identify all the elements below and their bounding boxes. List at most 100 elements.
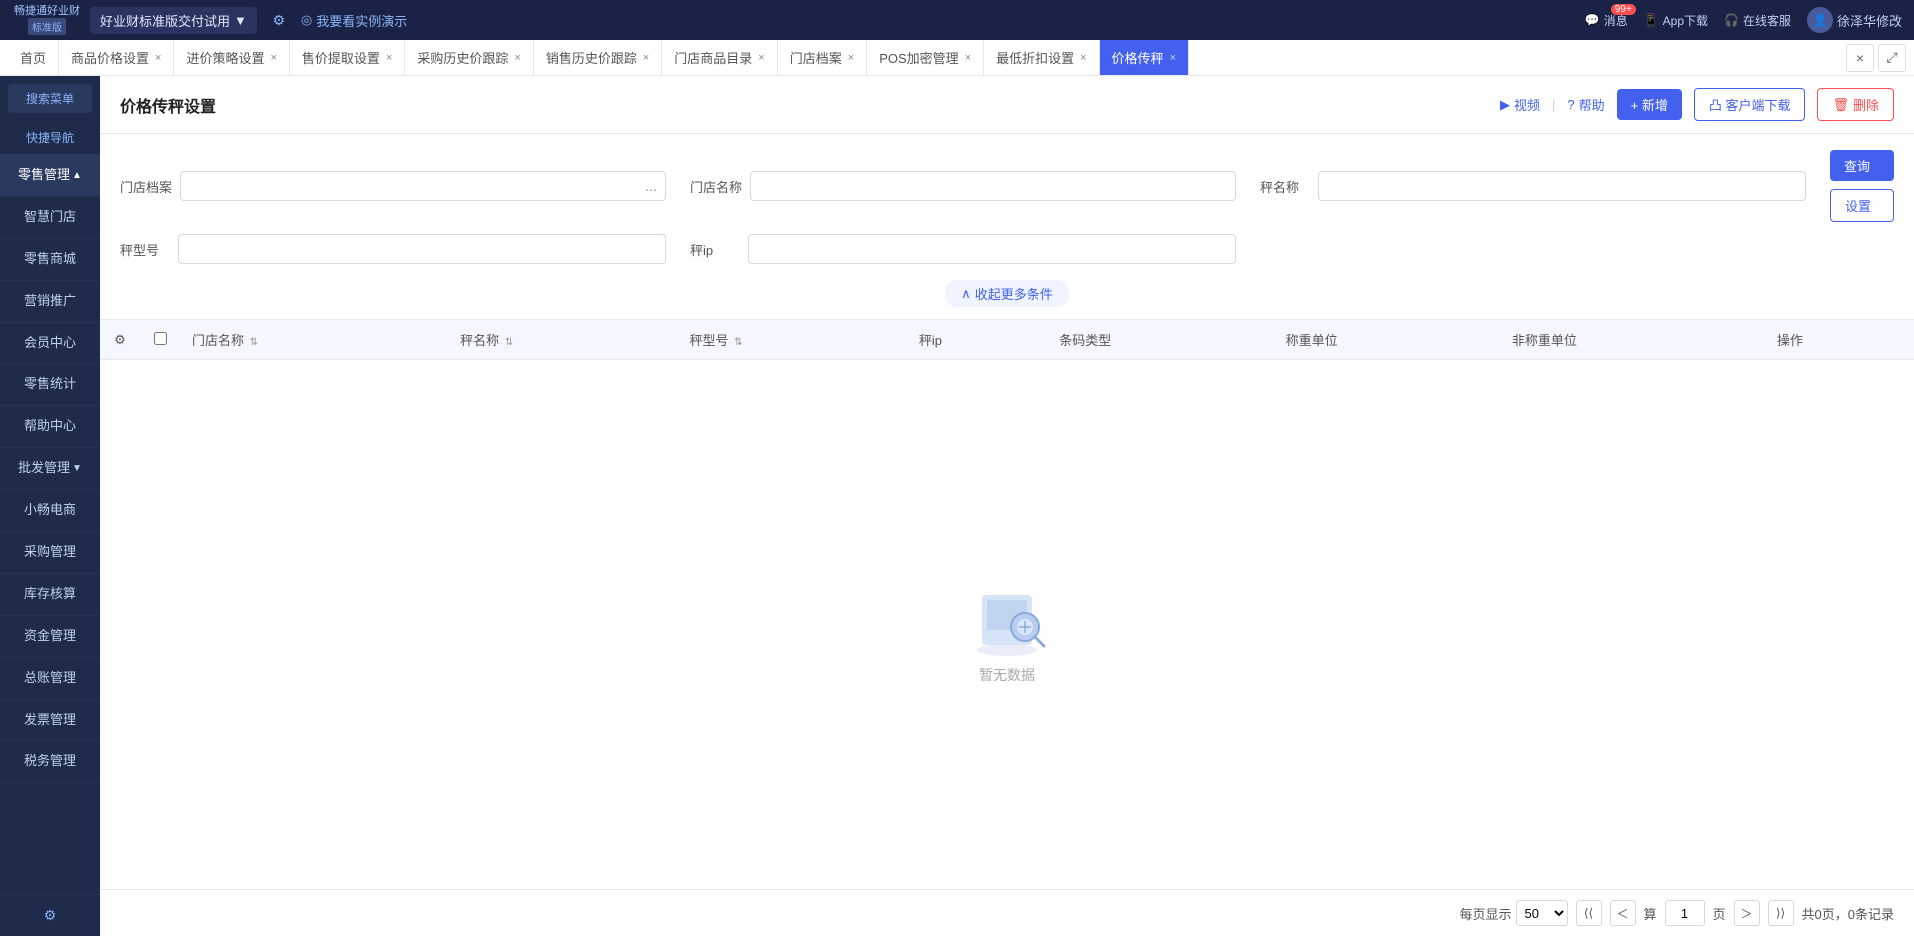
download-client-button[interactable]: 凸 客户端下载 <box>1694 88 1806 121</box>
sidebar-quick-nav[interactable]: 快捷导航 <box>0 121 100 155</box>
filter-row-2: 秤型号 秤ip <box>120 234 1894 264</box>
sidebar-search-area: 搜索菜单 <box>0 76 100 121</box>
app-download-button[interactable]: 📱 App下载 <box>1644 12 1708 29</box>
table-header-row: ⚙ 门店名称 ⇅ 秤名称 ⇅ <box>100 320 1914 360</box>
column-weight-unit: 称重单位 <box>1274 320 1500 360</box>
sidebar-item-ledger[interactable]: 总账管理 <box>0 658 100 700</box>
col-barcode-type-label: 条码类型 <box>1059 333 1111 348</box>
col-scale-name-label: 秤名称 <box>460 333 499 348</box>
close-icon[interactable]: × <box>155 52 161 64</box>
close-icon[interactable]: × <box>1170 52 1176 64</box>
separator: | <box>1552 97 1555 112</box>
tab-sale-extract[interactable]: 售价提取设置 × <box>290 40 405 76</box>
add-button[interactable]: + 新增 <box>1617 89 1682 120</box>
last-page-button[interactable]: ⟩⟩ <box>1768 900 1794 926</box>
total-records-label: 共0页，0条记录 <box>1802 904 1894 923</box>
next-page-button[interactable]: ＞ <box>1734 900 1760 926</box>
tab-expand-button[interactable]: ⤢ <box>1878 44 1906 72</box>
download-icon: 📱 <box>1644 13 1659 27</box>
sidebar-item-ecommerce[interactable]: 小畅电商 <box>0 490 100 532</box>
sidebar-item-retail[interactable]: 零售管理 ▲ <box>0 155 100 197</box>
sidebar-item-purchase-label: 采购管理 <box>24 544 76 559</box>
dots-button[interactable]: ... <box>645 178 657 194</box>
close-icon[interactable]: × <box>386 52 392 64</box>
prev-page-button[interactable]: ＜ <box>1610 900 1636 926</box>
search-menu-button[interactable]: 搜索菜单 <box>8 84 92 113</box>
online-service-button[interactable]: 🎧 在线客服 <box>1724 12 1791 29</box>
close-icon[interactable]: × <box>965 52 971 64</box>
column-settings-icon[interactable]: ⚙ <box>114 332 126 347</box>
store-name-input[interactable] <box>750 171 1236 201</box>
select-all-checkbox[interactable] <box>154 332 167 345</box>
sidebar-item-invoice[interactable]: 发票管理 <box>0 700 100 742</box>
sidebar-settings-button[interactable]: ⚙ <box>0 894 100 936</box>
tab-home[interactable]: 首页 <box>8 40 59 76</box>
help-link[interactable]: ? 帮助 <box>1567 95 1604 114</box>
message-button[interactable]: 💬 消息 99+ <box>1585 12 1628 29</box>
tab-store-archive[interactable]: 门店档案 × <box>778 40 867 76</box>
col-store-name-label: 门店名称 <box>192 333 244 348</box>
close-icon[interactable]: × <box>848 52 854 64</box>
scale-ip-label: 秤ip <box>690 240 740 259</box>
query-button[interactable]: 查询 <box>1830 150 1894 181</box>
service-icon: 🎧 <box>1724 13 1739 27</box>
tab-purchase-history[interactable]: 采购历史价跟踪 × <box>405 40 533 76</box>
scale-ip-input[interactable] <box>748 234 1236 264</box>
sidebar-item-retail-stats-label: 零售统计 <box>24 376 76 391</box>
store-archive-label: 门店档案 <box>120 177 172 196</box>
per-page-select[interactable]: 20 50 100 <box>1516 900 1568 926</box>
close-icon[interactable]: × <box>758 52 764 64</box>
close-icon[interactable]: × <box>1080 52 1086 64</box>
sidebar-item-member[interactable]: 会员中心 <box>0 323 100 365</box>
page-number-input[interactable] <box>1665 900 1705 926</box>
app-version: 标准版 <box>28 18 66 35</box>
sidebar-item-wholesale-label: 批发管理 <box>18 460 70 477</box>
tab-price-settings[interactable]: 商品价格设置 × <box>59 40 174 76</box>
sidebar-item-help[interactable]: 帮助中心 <box>0 406 100 448</box>
sidebar-item-marketing[interactable]: 营销推广 <box>0 281 100 323</box>
sort-icon: ⇅ <box>250 337 258 348</box>
tab-sale-history[interactable]: 销售历史价跟踪 × <box>534 40 662 76</box>
delete-label: 删除 <box>1853 95 1879 114</box>
sidebar-item-retail-mall[interactable]: 零售商城 <box>0 239 100 281</box>
sidebar-item-finance-label: 资金管理 <box>24 628 76 643</box>
sidebar-item-retail-stats[interactable]: 零售统计 <box>0 364 100 406</box>
sidebar-item-finance[interactable]: 资金管理 <box>0 616 100 658</box>
empty-icon <box>957 565 1057 665</box>
sidebar-item-smart-store[interactable]: 智慧门店 <box>0 197 100 239</box>
pagination: 每页显示 20 50 100 ⟨⟨ ＜ 算 页 ＞ ⟩⟩ 共0页，0条记录 <box>100 889 1914 936</box>
tab-pos[interactable]: POS加密管理 × <box>867 40 984 76</box>
settings-filter-button[interactable]: 设置 <box>1830 189 1894 222</box>
tab-price-transmit[interactable]: 价格传秤 × <box>1100 40 1189 76</box>
scale-name-input[interactable] <box>1318 171 1806 201</box>
delete-button[interactable]: 🗑 删除 <box>1817 88 1894 121</box>
video-link[interactable]: ▶ 视频 <box>1500 95 1540 114</box>
close-icon[interactable]: × <box>643 52 649 64</box>
empty-text: 暂无数据 <box>979 665 1035 685</box>
demo-label: 我要看实例演示 <box>316 11 407 30</box>
collapse-button[interactable]: ∧ 收起更多条件 <box>945 280 1069 307</box>
sidebar-item-wholesale[interactable]: 批发管理 ▼ <box>0 448 100 490</box>
close-icon[interactable]: × <box>270 52 276 64</box>
sidebar-item-inventory[interactable]: 库存核算 <box>0 574 100 616</box>
demo-link[interactable]: ◎ 我要看实例演示 <box>301 11 407 30</box>
tab-purchase-strategy[interactable]: 进价策略设置 × <box>174 40 289 76</box>
collapse-row: ∧ 收起更多条件 <box>120 276 1894 307</box>
tab-close-button[interactable]: × <box>1846 44 1874 72</box>
close-icon[interactable]: × <box>514 52 520 64</box>
sidebar-item-tax[interactable]: 税务管理 <box>0 741 100 783</box>
user-info[interactable]: 👤 徐泽华修改 <box>1807 7 1902 33</box>
sidebar-item-smart-store-label: 智慧门店 <box>24 209 76 224</box>
first-page-button[interactable]: ⟨⟨ <box>1576 900 1602 926</box>
tab-store-catalog[interactable]: 门店商品目录 × <box>662 40 777 76</box>
scale-model-input[interactable] <box>178 234 666 264</box>
tab-min-discount[interactable]: 最低折扣设置 × <box>984 40 1099 76</box>
sort-icon: ⇅ <box>505 337 513 348</box>
header-settings-button[interactable]: ⚙ <box>265 6 293 34</box>
sidebar-item-purchase[interactable]: 采购管理 <box>0 532 100 574</box>
scale-ip-filter: 秤ip <box>690 234 1236 264</box>
column-operation: 操作 <box>1765 320 1914 360</box>
version-dropdown[interactable]: 好业财标准版交付试用 ▼ <box>90 7 257 34</box>
store-archive-input[interactable] <box>189 172 645 200</box>
sidebar-item-marketing-label: 营销推广 <box>24 293 76 308</box>
